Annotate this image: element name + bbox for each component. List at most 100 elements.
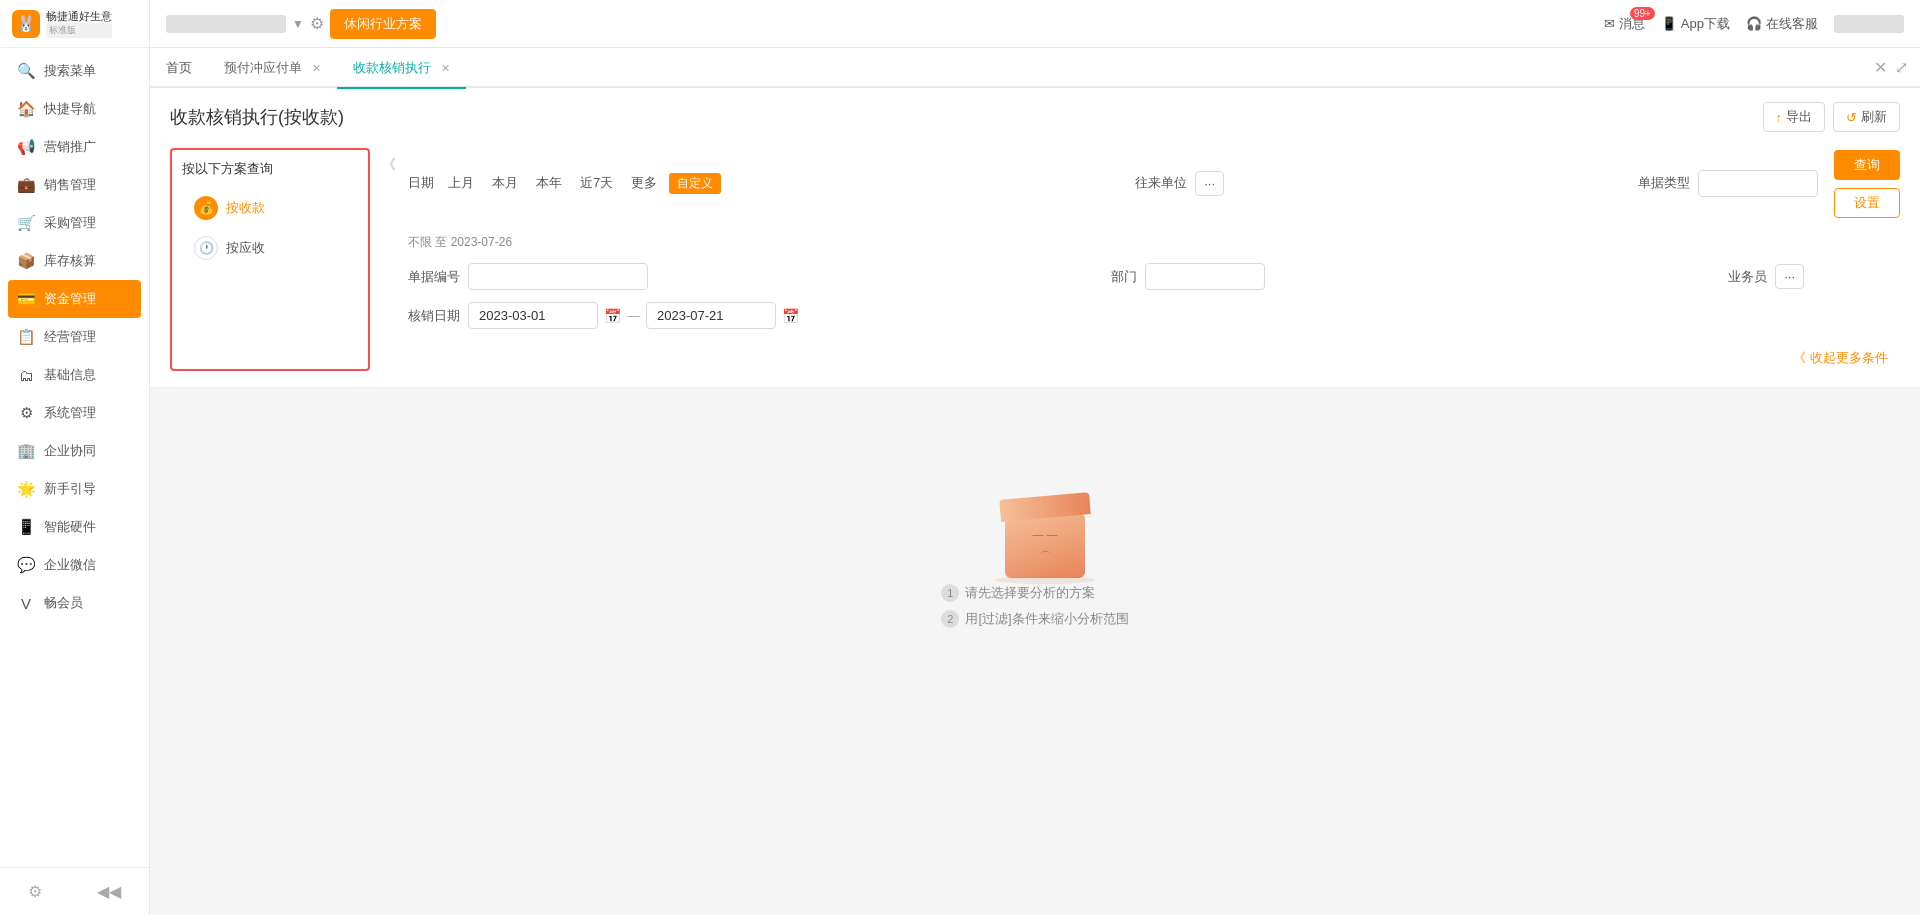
page-title: 收款核销执行(按收款) xyxy=(170,105,344,129)
collapse-icon: 《 xyxy=(1793,349,1806,367)
sidebar-item-sales[interactable]: 💼 销售管理 xyxy=(0,166,149,204)
doc-type-field: 单据类型 xyxy=(1638,170,1818,197)
filter-option-by-receivable[interactable]: 🕐 按应收 xyxy=(182,228,358,268)
filter-option-by-receipt[interactable]: 💰 按收款 xyxy=(182,188,358,228)
filter-main: 日期 上月 本月 本年 近7天 更多 自定义 往来单位 ··· xyxy=(408,148,1900,371)
vendor-field: 往来单位 ··· xyxy=(1135,171,1224,196)
doc-type-select[interactable] xyxy=(1698,170,1818,197)
tab-close-prepay[interactable]: ✕ xyxy=(312,62,321,75)
sidebar-item-search[interactable]: 🔍 搜索菜单 xyxy=(0,52,149,90)
sidebar-item-weixin[interactable]: 💬 企业微信 xyxy=(0,546,149,584)
sidebar-item-guide[interactable]: 🌟 新手引导 xyxy=(0,470,149,508)
date-tab-this-month[interactable]: 本月 xyxy=(486,172,524,194)
home-icon: 🏠 xyxy=(16,100,36,118)
tab-home[interactable]: 首页 xyxy=(150,49,208,89)
biz-field: 业务员 ··· xyxy=(1728,264,1804,289)
sidebar-item-inventory[interactable]: 📦 库存核算 xyxy=(0,242,149,280)
empty-illustration: — — ⌒ xyxy=(985,468,1085,568)
info-icon: 🗂 xyxy=(16,367,36,384)
verify-date-end-input[interactable] xyxy=(646,302,776,329)
step-1-number: 1 xyxy=(941,584,959,602)
filter-panel: 按以下方案查询 💰 按收款 🕐 按应收 《 日期 xyxy=(150,132,1920,388)
sidebar-item-system[interactable]: ⚙ 系统管理 xyxy=(0,394,149,432)
solution-button[interactable]: 休闲行业方案 xyxy=(330,9,436,39)
search-icon: 🔍 xyxy=(16,62,36,80)
sidebar-item-member[interactable]: V 畅会员 xyxy=(0,584,149,622)
collapse-conditions-button[interactable]: 《 收起更多条件 xyxy=(1781,345,1900,371)
sidebar-nav: 🔍 搜索菜单 🏠 快捷导航 📢 营销推广 💼 销售管理 🛒 采购管理 📦 库存核… xyxy=(0,48,149,867)
date-tab-more[interactable]: 更多 xyxy=(625,172,663,194)
verify-date-start-input[interactable] xyxy=(468,302,598,329)
filter-collapse-icon[interactable]: 《 xyxy=(382,156,396,174)
dept-label: 部门 xyxy=(1111,268,1137,286)
member-icon: V xyxy=(16,595,36,612)
tab-bar: 首页 预付冲应付单 ✕ 收款核销执行 ✕ ✕ ⤢ xyxy=(150,48,1920,88)
message-button[interactable]: ✉ 消息 99+ xyxy=(1604,15,1645,33)
sidebar-item-operations[interactable]: 📋 经营管理 xyxy=(0,318,149,356)
query-button[interactable]: 查询 xyxy=(1834,150,1900,180)
sidebar-item-purchase[interactable]: 🛒 采购管理 xyxy=(0,204,149,242)
weixin-icon: 💬 xyxy=(16,556,36,574)
filter-sidebar-title: 按以下方案查询 xyxy=(182,160,358,178)
date-tab-last-month[interactable]: 上月 xyxy=(442,172,480,194)
doc-type-label: 单据类型 xyxy=(1638,174,1690,192)
calendar-start-icon[interactable]: 📅 xyxy=(604,308,621,324)
system-icon: ⚙ xyxy=(16,404,36,422)
vendor-select-button[interactable]: ··· xyxy=(1195,171,1224,196)
online-service-button[interactable]: 🎧 在线客服 xyxy=(1746,15,1818,33)
download-icon: 📱 xyxy=(1661,16,1677,31)
message-icon: ✉ xyxy=(1604,16,1615,31)
biz-label: 业务员 xyxy=(1728,268,1767,286)
gear-icon[interactable]: ⚙ xyxy=(310,14,324,33)
sidebar-item-enterprise[interactable]: 🏢 企业协同 xyxy=(0,432,149,470)
expand-tab-icon[interactable]: ⤢ xyxy=(1895,58,1908,77)
collapse-sidebar-icon[interactable]: ◀◀ xyxy=(93,878,125,905)
biz-select-button[interactable]: ··· xyxy=(1775,264,1804,289)
sidebar-item-finance[interactable]: 💳 资金管理 xyxy=(8,280,141,318)
tab-receipt-verify[interactable]: 收款核销执行 ✕ xyxy=(337,49,466,89)
date-tab-7days[interactable]: 近7天 xyxy=(574,172,619,194)
calendar-end-icon[interactable]: 📅 xyxy=(782,308,799,324)
sidebar-bottom: ⚙ ◀◀ xyxy=(0,867,149,915)
date-tab-this-year[interactable]: 本年 xyxy=(530,172,568,194)
doc-num-field: 单据编号 xyxy=(408,263,648,290)
logo-icon: 🐰 xyxy=(12,10,40,38)
date-range-dash: — xyxy=(627,308,640,323)
verify-date-range: 📅 — 📅 xyxy=(468,302,799,329)
header-right: ✉ 消息 99+ 📱 App下载 🎧 在线客服 xyxy=(1604,15,1904,33)
operations-icon: 📋 xyxy=(16,328,36,346)
tab-actions: ✕ ⤢ xyxy=(1862,58,1920,77)
tab-close-receipt[interactable]: ✕ xyxy=(441,62,450,75)
settings-bottom-icon[interactable]: ⚙ xyxy=(24,878,46,905)
date-range-note: 不限 至 2023-07-26 xyxy=(408,234,1900,251)
sidebar-item-marketing[interactable]: 📢 营销推广 xyxy=(0,128,149,166)
doc-num-input[interactable] xyxy=(468,263,648,290)
tab-prepay[interactable]: 预付冲应付单 ✕ xyxy=(208,49,337,89)
sidebar-item-hardware[interactable]: 📱 智能硬件 xyxy=(0,508,149,546)
service-icon: 🎧 xyxy=(1746,16,1762,31)
verify-date-label: 核销日期 xyxy=(408,307,460,325)
empty-step-2: 2 用[过滤]条件来缩小分析范围 xyxy=(941,610,1128,628)
sidebar-item-basic-info[interactable]: 🗂 基础信息 xyxy=(0,356,149,394)
filter-row-1: 日期 上月 本月 本年 近7天 更多 自定义 往来单位 ··· xyxy=(408,148,1900,218)
refresh-icon: ↺ xyxy=(1846,110,1857,125)
logo-text: 畅捷通好生意 标准版 xyxy=(46,9,112,38)
sidebar-item-quicknav[interactable]: 🏠 快捷导航 xyxy=(0,90,149,128)
app-download-button[interactable]: 📱 App下载 xyxy=(1661,15,1730,33)
sales-icon: 💼 xyxy=(16,176,36,194)
hardware-icon: 📱 xyxy=(16,518,36,536)
doc-num-label: 单据编号 xyxy=(408,268,460,286)
refresh-button[interactable]: ↺ 刷新 xyxy=(1833,102,1900,132)
app-logo: 🐰 畅捷通好生意 标准版 xyxy=(0,0,149,48)
close-tab-icon[interactable]: ✕ xyxy=(1874,58,1887,77)
receipt-scheme-icon: 💰 xyxy=(194,196,218,220)
filter-scheme-sidebar: 按以下方案查询 💰 按收款 🕐 按应收 xyxy=(170,148,370,371)
setting-button[interactable]: 设置 xyxy=(1834,188,1900,218)
chevron-down-icon[interactable]: ▼ xyxy=(292,17,304,31)
step-2-number: 2 xyxy=(941,610,959,628)
verify-date-field: 核销日期 📅 — 📅 xyxy=(408,302,799,329)
export-button[interactable]: ↑ 导出 xyxy=(1763,102,1826,132)
dept-select[interactable] xyxy=(1145,263,1265,290)
filter-action-buttons: 查询 设置 xyxy=(1834,148,1900,218)
date-tab-custom[interactable]: 自定义 xyxy=(669,173,721,194)
